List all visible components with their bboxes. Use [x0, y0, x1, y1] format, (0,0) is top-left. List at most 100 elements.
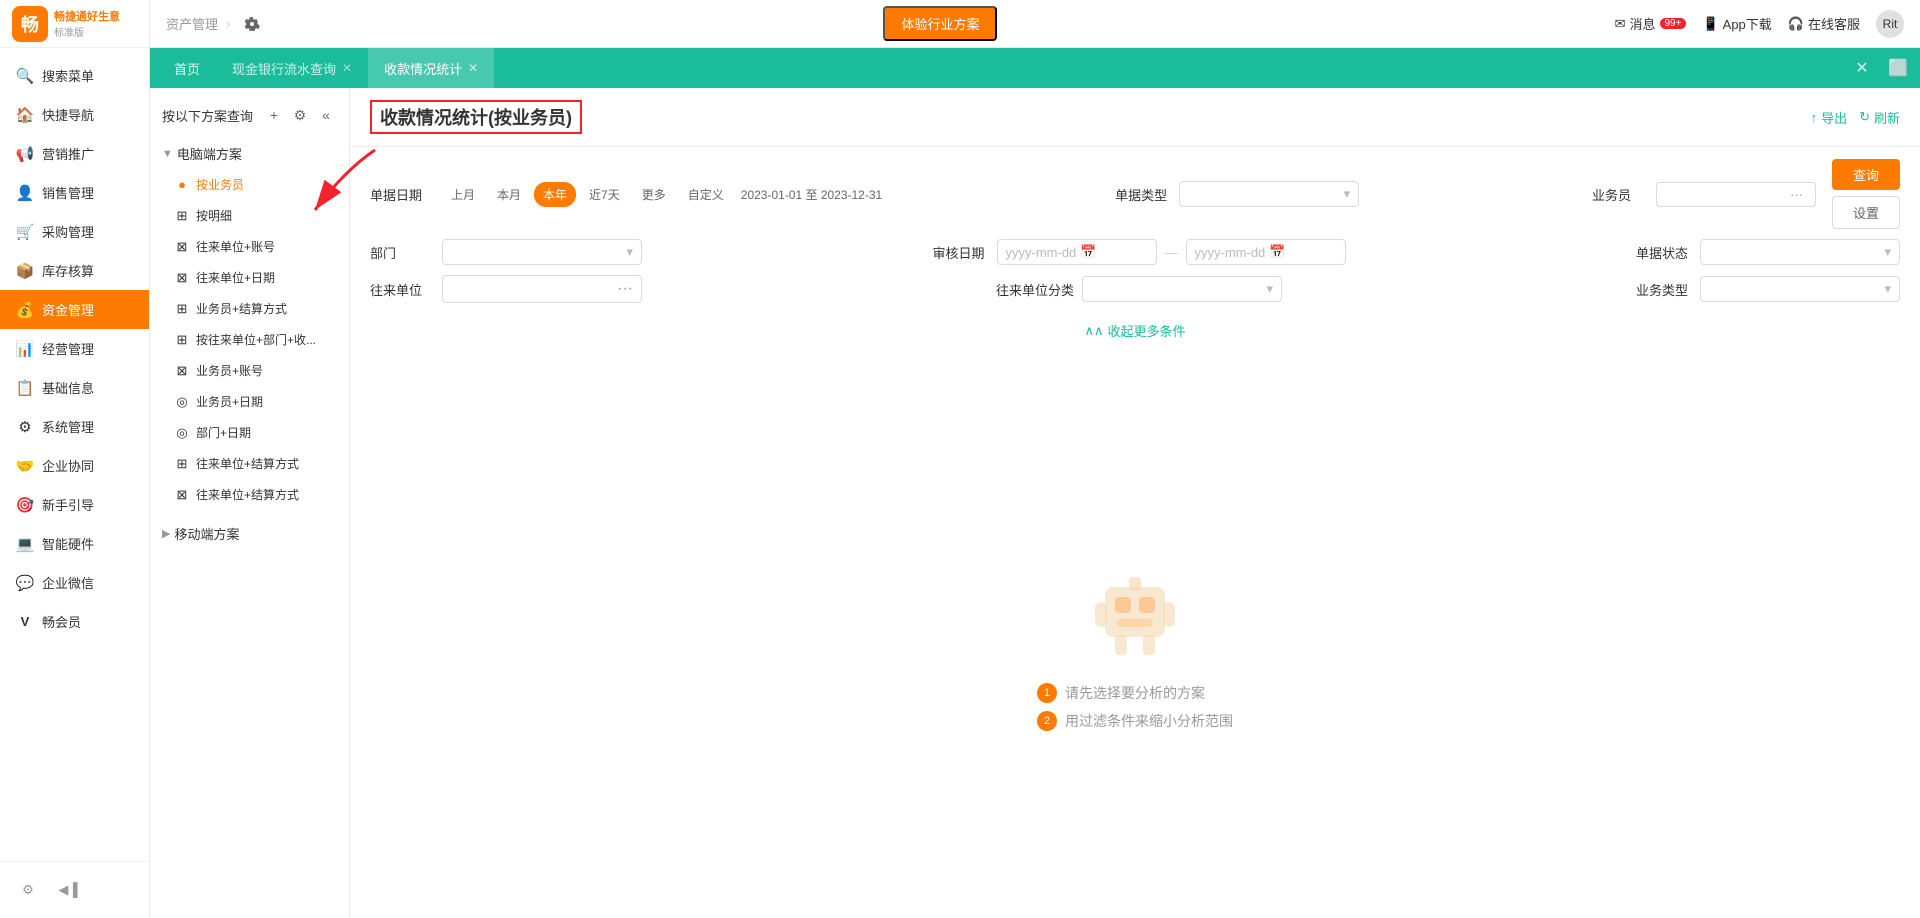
scheme-settings-button[interactable]: ⚙	[289, 104, 311, 126]
tab-receipt-close[interactable]: ✕	[468, 61, 478, 75]
calendar-from-icon: 📅	[1080, 244, 1096, 260]
scheme-by-salesperson[interactable]: ● 按业务员	[150, 169, 349, 200]
mobile-section: ▶ 移动端方案	[150, 514, 349, 553]
sidebar-item-basic[interactable]: 📋 基础信息	[0, 368, 149, 407]
collapse-sidebar-icon[interactable]: ◀▐	[52, 874, 84, 906]
settings-bottom-icon[interactable]: ⚙	[12, 874, 44, 906]
biz-type-select[interactable]: ▾	[1700, 276, 1900, 302]
date-btn-last-month[interactable]: 上月	[442, 182, 484, 207]
sidebar-item-quick[interactable]: 🏠 快捷导航	[0, 95, 149, 134]
filter-row-date: 单据日期 上月 本月 本年 近7天 更多 自定义 2023-01-01 至 20…	[370, 159, 1900, 229]
scheme-unit-dept[interactable]: ⊞ 按往来单位+部门+收...	[150, 324, 349, 355]
mobile-section-header[interactable]: ▶ 移动端方案	[150, 518, 349, 549]
hardware-icon: 💻	[16, 535, 34, 553]
sidebar-item-purchase[interactable]: 🛒 采购管理	[0, 212, 149, 251]
doc-status-arrow-icon: ▾	[1884, 244, 1891, 260]
add-scheme-button[interactable]: +	[263, 104, 285, 126]
sidebar-item-guide[interactable]: 🎯 新手引导	[0, 485, 149, 524]
query-button[interactable]: 查询	[1832, 159, 1900, 190]
tab-home[interactable]: 首页	[158, 48, 216, 88]
empty-tip-1: 1 请先选择要分析的方案	[1037, 683, 1233, 703]
empty-tips: 1 请先选择要分析的方案 2 用过滤条件来缩小分析范围	[1037, 683, 1233, 731]
audit-date-to: yyyy-mm-dd 📅	[1186, 239, 1346, 265]
page-title: 收款情况统计(按业务员)	[370, 100, 582, 134]
date-btn-custom[interactable]: 自定义	[679, 182, 733, 207]
doc-status-label: 单据状态	[1636, 243, 1692, 262]
tab-bank[interactable]: 现金银行流水查询 ✕	[216, 48, 368, 88]
sidebar-item-search[interactable]: 🔍 搜索菜单	[0, 56, 149, 95]
doctype-arrow-icon: ▾	[1344, 186, 1351, 202]
date-btn-this-year[interactable]: 本年	[534, 182, 576, 207]
date-btn-more[interactable]: 更多	[633, 182, 675, 207]
sidebar-item-sales[interactable]: 👤 销售管理	[0, 173, 149, 212]
salesperson-select[interactable]: ···	[1656, 182, 1816, 207]
audit-date-label: 审核日期	[933, 243, 989, 262]
content-area: 按以下方案查询 + ⚙ « ▼ 电脑端方案 ● 按业务员 ⊞	[150, 88, 1920, 918]
sidebar-item-operation[interactable]: 📊 经营管理	[0, 329, 149, 368]
enterprise-icon: 🤝	[16, 457, 34, 475]
date-btn-this-month[interactable]: 本月	[488, 182, 530, 207]
scheme-unit-method2[interactable]: ⊠ 往来单位+结算方式	[150, 479, 349, 510]
sidebar-item-inventory[interactable]: 📦 库存核算	[0, 251, 149, 290]
message-button[interactable]: ✉ 消息 99+	[1615, 14, 1687, 33]
date-btn-7days[interactable]: 近7天	[580, 182, 629, 207]
guide-icon: 🎯	[16, 496, 34, 514]
scheme-unit-method1[interactable]: ⊞ 往来单位+结算方式	[150, 448, 349, 479]
main-area: 资产管理 › 体验行业方案 ✉ 消息 99+ 📱 App下载 🎧 在线客服	[150, 0, 1920, 918]
doc-status-select[interactable]: ▾	[1700, 239, 1900, 265]
user-avatar[interactable]: Rit	[1876, 10, 1904, 38]
sidebar-item-finance[interactable]: 💰 资金管理	[0, 290, 149, 329]
sidebar-item-marketing[interactable]: 📢 营销推广	[0, 134, 149, 173]
online-service-button[interactable]: 🎧 在线客服	[1788, 14, 1860, 33]
partner-category-select[interactable]: ▾	[1082, 276, 1282, 302]
sidebar-item-hardware[interactable]: 💻 智能硬件	[0, 524, 149, 563]
tab-receipt[interactable]: 收款情况统计 ✕	[368, 48, 494, 88]
sidebar-item-member[interactable]: V 畅会员	[0, 602, 149, 641]
partner-dots-icon: ···	[617, 280, 633, 298]
desktop-section-header[interactable]: ▼ 电脑端方案	[150, 138, 349, 169]
maximize-window-button[interactable]: ⬜	[1884, 54, 1912, 82]
scheme-by-detail[interactable]: ⊞ 按明细	[150, 200, 349, 231]
collapse-filter-button[interactable]: ∧∧ 收起更多条件	[370, 313, 1900, 348]
biz-type-label: 业务类型	[1636, 280, 1692, 299]
phone-icon: 📱	[1702, 16, 1718, 32]
refresh-button[interactable]: ↻ 刷新	[1859, 108, 1900, 127]
empty-illustration	[1075, 547, 1195, 667]
salesperson-dots-icon: ···	[1790, 187, 1803, 202]
filter-settings-button[interactable]: 设置	[1832, 196, 1900, 229]
export-button[interactable]: ↑ 导出	[1811, 108, 1848, 127]
dept-label: 部门	[370, 243, 426, 262]
partner-select[interactable]: ···	[442, 275, 642, 303]
audit-date-group: 审核日期 yyyy-mm-dd 📅 — yyyy-mm-dd 📅	[933, 239, 1346, 265]
scheme-salesperson-date[interactable]: ◎ 业务员+日期	[150, 386, 349, 417]
unit-method2-icon: ⊠	[174, 487, 190, 503]
message-icon: ✉	[1615, 16, 1626, 32]
dept-select[interactable]: ▾	[442, 239, 642, 265]
trial-button[interactable]: 体验行业方案	[883, 6, 997, 41]
scheme-by-unit-date[interactable]: ⊠ 往来单位+日期	[150, 262, 349, 293]
scheme-salesperson-account[interactable]: ⊠ 业务员+账号	[150, 355, 349, 386]
sidebar-item-wechat[interactable]: 💬 企业微信	[0, 563, 149, 602]
collapse-panel-button[interactable]: «	[315, 104, 337, 126]
partner-category-arrow-icon: ▾	[1266, 281, 1273, 297]
audit-date-from: yyyy-mm-dd 📅	[997, 239, 1157, 265]
topbar-gear-button[interactable]	[238, 10, 266, 38]
scheme-salesperson-method[interactable]: ⊞ 业务员+结算方式	[150, 293, 349, 324]
scheme-dept-date[interactable]: ◎ 部门+日期	[150, 417, 349, 448]
page-actions: ↑ 导出 ↻ 刷新	[1811, 108, 1900, 127]
unit-method1-icon: ⊞	[174, 456, 190, 472]
sidebar-item-enterprise[interactable]: 🤝 企业协同	[0, 446, 149, 485]
salesperson-date-icon: ◎	[174, 394, 190, 410]
wechat-icon: 💬	[16, 574, 34, 592]
doctype-select[interactable]: ▾	[1179, 181, 1359, 207]
salesperson-account-icon: ⊠	[174, 363, 190, 379]
scheme-by-unit-account[interactable]: ⊠ 往来单位+账号	[150, 231, 349, 262]
salesperson-method-icon: ⊞	[174, 301, 190, 317]
date-separator: —	[1165, 245, 1178, 260]
app-download-button[interactable]: 📱 App下载	[1702, 14, 1771, 33]
left-panel: 按以下方案查询 + ⚙ « ▼ 电脑端方案 ● 按业务员 ⊞	[150, 88, 350, 918]
detail-icon: ⊞	[174, 208, 190, 224]
sidebar-item-system[interactable]: ⚙ 系统管理	[0, 407, 149, 446]
close-window-button[interactable]: ✕	[1848, 54, 1876, 82]
tab-bank-close[interactable]: ✕	[342, 61, 352, 75]
